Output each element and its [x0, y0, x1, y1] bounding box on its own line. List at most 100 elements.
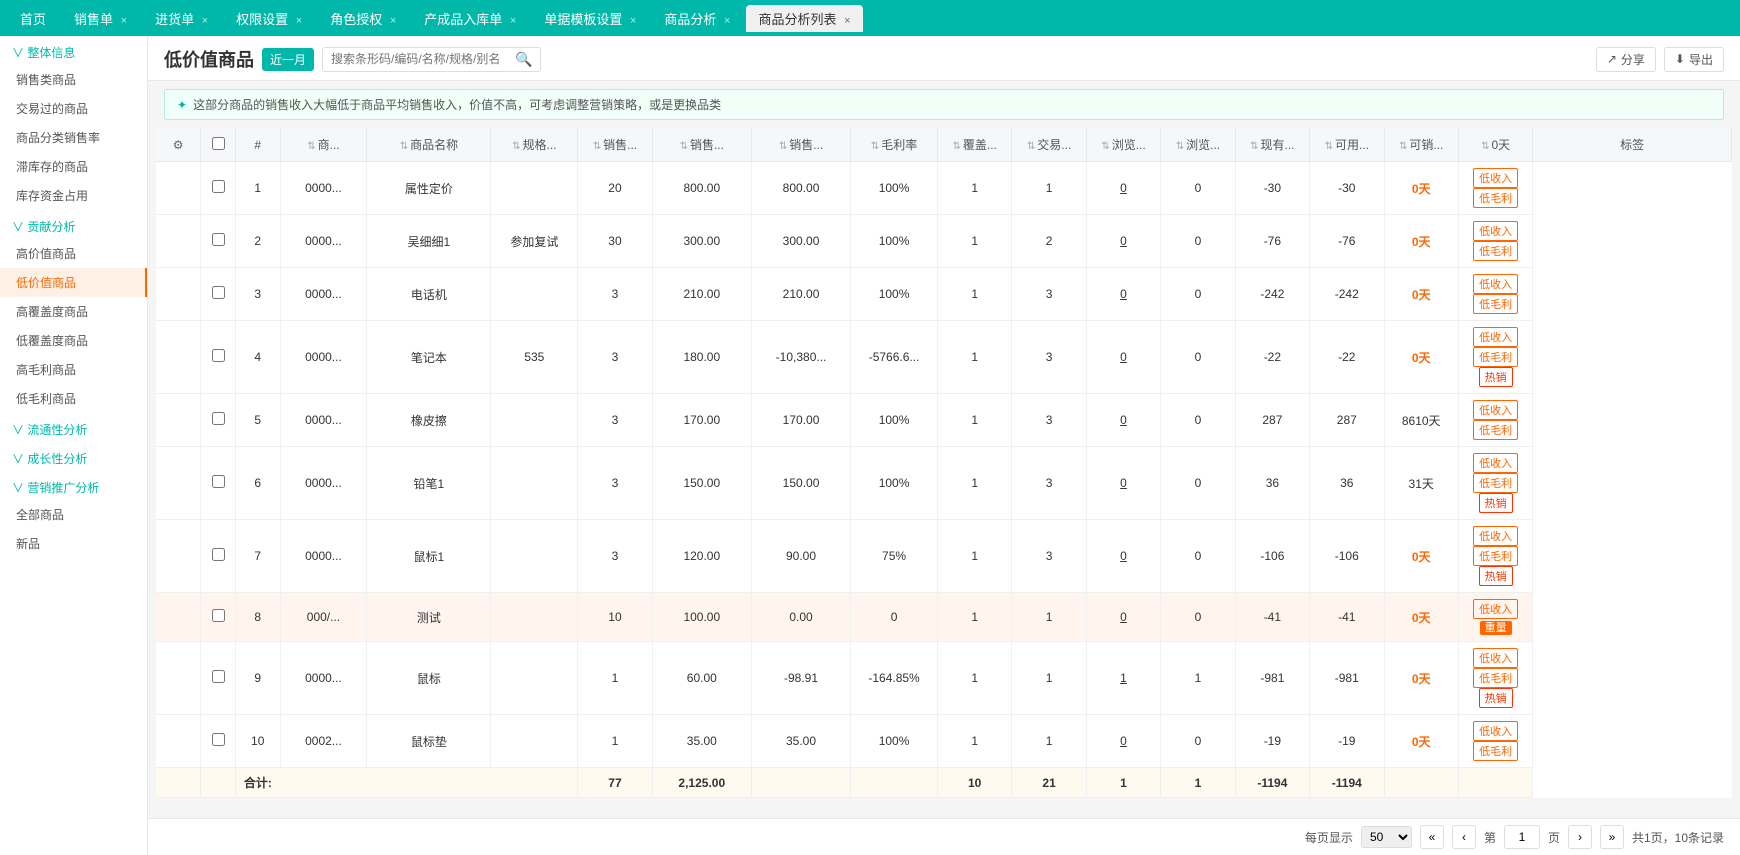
nav-template-close[interactable]: ×	[630, 15, 636, 27]
td-checkbox[interactable]	[201, 593, 236, 642]
sidebar-item-traded-goods[interactable]: 交易过的商品	[0, 94, 147, 123]
th-settings[interactable]: ⚙	[156, 128, 201, 162]
td-code: 0000...	[280, 215, 367, 268]
th-checkbox[interactable]	[201, 128, 236, 162]
td-browse1[interactable]: 0	[1086, 447, 1160, 520]
th-sales-qty[interactable]: 销售...	[578, 128, 652, 162]
th-browse2[interactable]: 浏览...	[1161, 128, 1235, 162]
search-input[interactable]	[331, 52, 511, 66]
nav-roles[interactable]: 角色授权 ×	[318, 5, 408, 32]
row-checkbox[interactable]	[212, 412, 225, 425]
td-rate: 100%	[851, 447, 938, 520]
nav-products-in[interactable]: 产成品入库单 ×	[412, 5, 528, 32]
td-checkbox[interactable]	[201, 215, 236, 268]
nav-analysis-list-close[interactable]: ×	[844, 15, 850, 27]
td-browse1[interactable]: 1	[1086, 642, 1160, 715]
sidebar-item-sales-goods[interactable]: 销售类商品	[0, 65, 147, 94]
sidebar-item-slow-goods[interactable]: 滞库存的商品	[0, 152, 147, 181]
td-browse1[interactable]: 0	[1086, 215, 1160, 268]
td-checkbox[interactable]	[201, 321, 236, 394]
nav-permissions-close[interactable]: ×	[296, 15, 302, 27]
sidebar-item-low-value[interactable]: 低价值商品	[0, 268, 147, 297]
sidebar-group-circulation[interactable]: ∨ 流通性分析	[0, 413, 147, 442]
td-browse1[interactable]: 0	[1086, 715, 1160, 768]
td-checkbox[interactable]	[201, 715, 236, 768]
row-checkbox[interactable]	[212, 548, 225, 561]
table-container[interactable]: ⚙ # 商... 商品名称 规格... 销售... 销售... 销售... 毛利…	[148, 128, 1740, 818]
nav-analysis[interactable]: 商品分析 ×	[652, 5, 742, 32]
nav-roles-close[interactable]: ×	[390, 15, 396, 27]
td-checkbox[interactable]	[201, 268, 236, 321]
th-sales-amount[interactable]: 销售...	[652, 128, 751, 162]
nav-purchase-close[interactable]: ×	[202, 15, 208, 27]
th-code[interactable]: 商...	[280, 128, 367, 162]
nav-purchase[interactable]: 进货单 ×	[143, 5, 220, 32]
td-browse1[interactable]: 0	[1086, 162, 1160, 215]
th-days[interactable]: 0天	[1458, 128, 1532, 162]
page-number-input[interactable]	[1504, 825, 1540, 849]
th-sales-profit[interactable]: 销售...	[751, 128, 850, 162]
td-checkbox[interactable]	[201, 447, 236, 520]
sidebar-group-marketing[interactable]: ∨ 营销推广分析	[0, 471, 147, 500]
td-spec	[491, 268, 578, 321]
th-name[interactable]: 商品名称	[367, 128, 491, 162]
sidebar-item-high-margin[interactable]: 高毛利商品	[0, 355, 147, 384]
sidebar-group-contribution[interactable]: ∨ 贡献分析	[0, 210, 147, 239]
nav-home[interactable]: 首页	[8, 5, 58, 32]
row-checkbox[interactable]	[212, 233, 225, 246]
select-all-checkbox[interactable]	[212, 137, 225, 150]
search-icon[interactable]: 🔍	[515, 51, 532, 68]
sidebar-item-low-margin[interactable]: 低毛利商品	[0, 384, 147, 413]
td-checkbox[interactable]	[201, 642, 236, 715]
row-checkbox[interactable]	[212, 670, 225, 683]
row-checkbox[interactable]	[212, 349, 225, 362]
page-size-select[interactable]: 50 100	[1361, 826, 1412, 848]
th-stock1[interactable]: 现有...	[1235, 128, 1309, 162]
nav-permissions[interactable]: 权限设置 ×	[224, 5, 314, 32]
sidebar-item-category-sales[interactable]: 商品分类销售率	[0, 123, 147, 152]
nav-sales-close[interactable]: ×	[121, 15, 127, 27]
td-checkbox[interactable]	[201, 394, 236, 447]
nav-analysis-close[interactable]: ×	[724, 15, 730, 27]
td-browse1[interactable]: 0	[1086, 321, 1160, 394]
td-browse1[interactable]: 0	[1086, 520, 1160, 593]
export-button[interactable]: ⬇ 导出	[1664, 47, 1724, 72]
nav-analysis-list[interactable]: 商品分析列表 ×	[746, 5, 862, 32]
td-browse1[interactable]: 0	[1086, 593, 1160, 642]
sidebar-item-all-goods[interactable]: 全部商品	[0, 500, 147, 529]
share-button[interactable]: ↗ 分享	[1596, 47, 1656, 72]
sidebar-item-new-goods[interactable]: 新品	[0, 529, 147, 558]
row-checkbox[interactable]	[212, 286, 225, 299]
th-saleable[interactable]: 可销...	[1384, 128, 1458, 162]
th-browse1[interactable]: 浏览...	[1086, 128, 1160, 162]
prev-page-button[interactable]: ‹	[1452, 825, 1476, 849]
sidebar-group-growth[interactable]: ∨ 成长性分析	[0, 442, 147, 471]
last-page-button[interactable]: »	[1600, 825, 1624, 849]
th-margin-rate[interactable]: 毛利率	[851, 128, 938, 162]
settings-icon[interactable]: ⚙	[173, 138, 184, 152]
th-coverage[interactable]: 覆盖...	[937, 128, 1011, 162]
td-total-browse2: 1	[1161, 768, 1235, 798]
th-trade[interactable]: 交易...	[1012, 128, 1086, 162]
row-checkbox[interactable]	[212, 609, 225, 622]
sidebar-item-high-value[interactable]: 高价值商品	[0, 239, 147, 268]
nav-template[interactable]: 单据模板设置 ×	[532, 5, 648, 32]
td-browse1[interactable]: 0	[1086, 268, 1160, 321]
nav-products-in-close[interactable]: ×	[510, 15, 516, 27]
next-page-button[interactable]: ›	[1568, 825, 1592, 849]
td-checkbox[interactable]	[201, 520, 236, 593]
td-checkbox[interactable]	[201, 162, 236, 215]
time-filter-button[interactable]: 近一月	[262, 48, 314, 71]
row-checkbox[interactable]	[212, 733, 225, 746]
first-page-button[interactable]: «	[1420, 825, 1444, 849]
sidebar-item-low-coverage[interactable]: 低覆盖度商品	[0, 326, 147, 355]
sidebar-group-overall[interactable]: ∨ 整体信息	[0, 36, 147, 65]
td-browse1[interactable]: 0	[1086, 394, 1160, 447]
row-checkbox[interactable]	[212, 475, 225, 488]
row-checkbox[interactable]	[212, 180, 225, 193]
nav-sales[interactable]: 销售单 ×	[62, 5, 139, 32]
th-spec[interactable]: 规格...	[491, 128, 578, 162]
th-stock2[interactable]: 可用...	[1310, 128, 1384, 162]
sidebar-item-high-coverage[interactable]: 高覆盖度商品	[0, 297, 147, 326]
sidebar-item-inventory-funds[interactable]: 库存资金占用	[0, 181, 147, 210]
